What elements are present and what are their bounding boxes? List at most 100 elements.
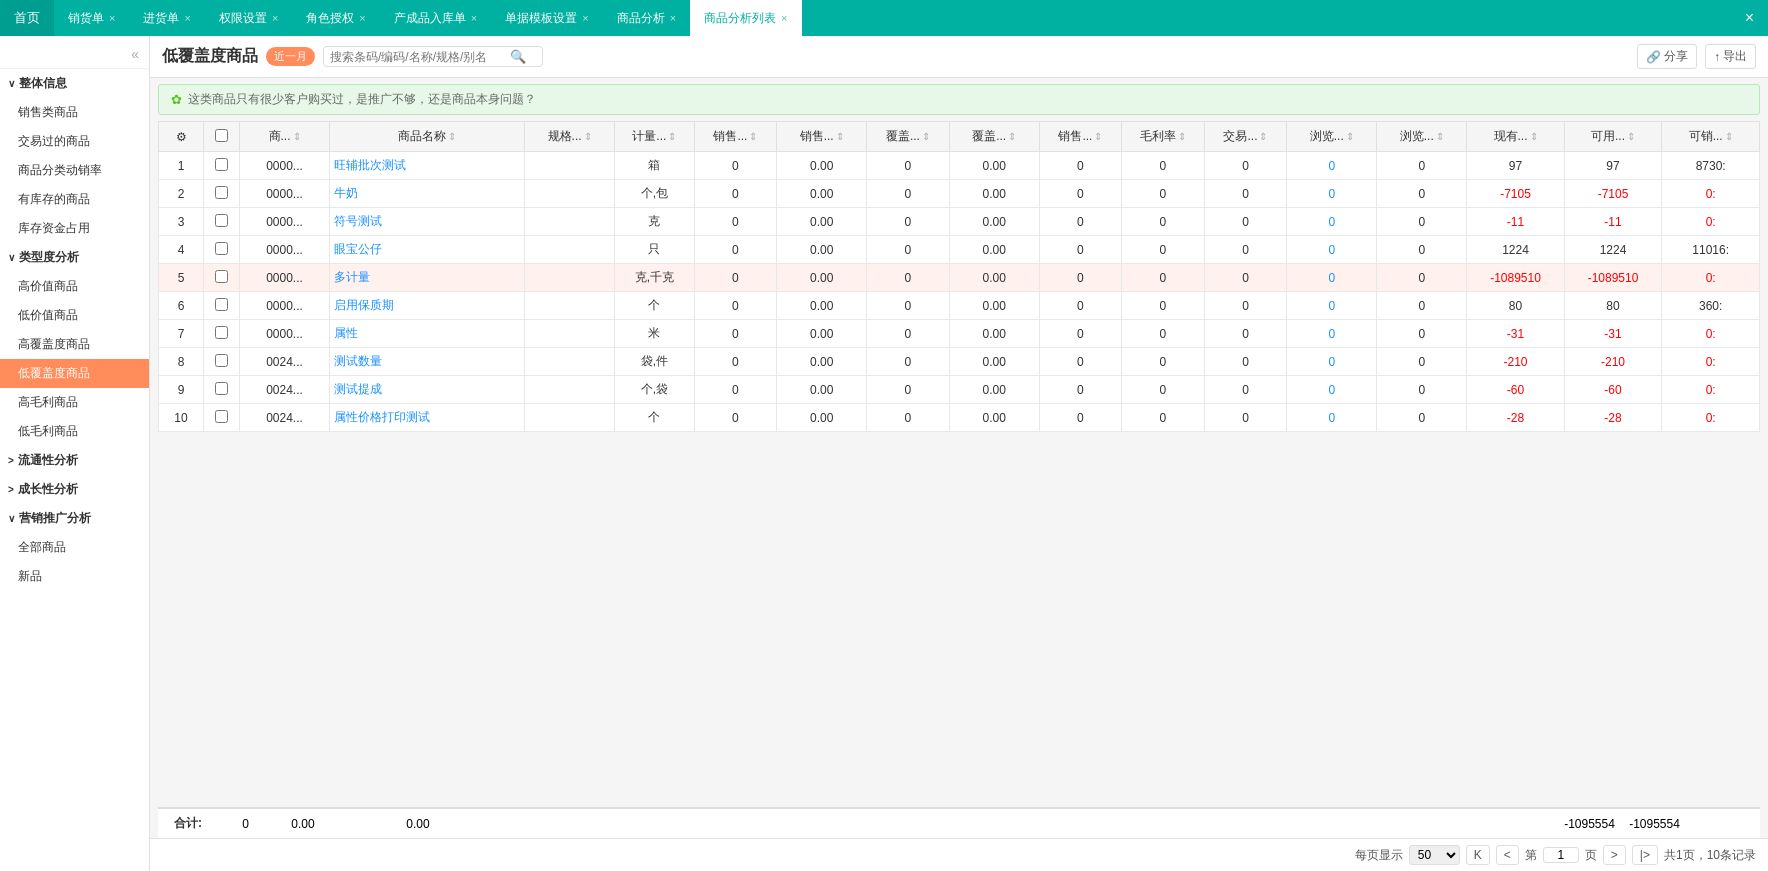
row-name[interactable]: 多计量 xyxy=(330,264,525,292)
sidebar-section-flow[interactable]: > 流通性分析 xyxy=(0,446,149,475)
row-avail: -60 xyxy=(1564,376,1662,404)
row-checkbox[interactable] xyxy=(204,152,240,180)
close-role-tab[interactable]: × xyxy=(359,12,365,24)
col-trade: 交易...⇕ xyxy=(1204,122,1287,152)
row-browse1[interactable]: 0 xyxy=(1287,404,1377,432)
row-name[interactable]: 眼宝公仔 xyxy=(330,236,525,264)
row-browse1[interactable]: 0 xyxy=(1287,152,1377,180)
sidebar-item-capital[interactable]: 库存资金占用 xyxy=(0,214,149,243)
sidebar-section-growth[interactable]: > 成长性分析 xyxy=(0,475,149,504)
close-product-analysis-list-tab[interactable]: × xyxy=(781,12,787,24)
row-checkbox[interactable] xyxy=(204,292,240,320)
row-browse1[interactable]: 0 xyxy=(1287,348,1377,376)
sidebar-section-overall[interactable]: ∨ 整体信息 xyxy=(0,69,149,98)
sidebar-item-has-stock[interactable]: 有库存的商品 xyxy=(0,185,149,214)
sidebar-item-all-products[interactable]: 全部商品 xyxy=(0,533,149,562)
sidebar-collapse-icon[interactable]: « xyxy=(127,44,143,64)
row-select-checkbox[interactable] xyxy=(215,270,228,283)
export-button[interactable]: ↑ 导出 xyxy=(1705,44,1756,69)
close-permission-tab[interactable]: × xyxy=(272,12,278,24)
row-checkbox[interactable] xyxy=(204,180,240,208)
col-settings[interactable]: ⚙ xyxy=(159,122,204,152)
nav-product-analysis-list[interactable]: 商品分析列表 × xyxy=(690,0,801,36)
row-browse1[interactable]: 0 xyxy=(1287,376,1377,404)
nav-purchase[interactable]: 进货单 × xyxy=(129,0,204,36)
row-name[interactable]: 测试提成 xyxy=(330,376,525,404)
row-select-checkbox[interactable] xyxy=(215,298,228,311)
sidebar-section-type[interactable]: ∨ 类型度分析 xyxy=(0,243,149,272)
sidebar-item-sales-products[interactable]: 销售类商品 xyxy=(0,98,149,127)
sidebar-item-high-profit[interactable]: 高毛利商品 xyxy=(0,388,149,417)
next-page-button[interactable]: > xyxy=(1603,845,1626,865)
row-browse1[interactable]: 0 xyxy=(1287,264,1377,292)
share-button[interactable]: 🔗 分享 xyxy=(1637,44,1697,69)
row-select-checkbox[interactable] xyxy=(215,186,228,199)
select-all-checkbox[interactable] xyxy=(215,129,228,142)
row-select-checkbox[interactable] xyxy=(215,326,228,339)
row-name[interactable]: 符号测试 xyxy=(330,208,525,236)
row-checkbox[interactable] xyxy=(204,320,240,348)
row-checkbox[interactable] xyxy=(204,404,240,432)
first-page-button[interactable]: K xyxy=(1466,845,1490,865)
search-input[interactable] xyxy=(330,50,510,64)
nav-role[interactable]: 角色授权 × xyxy=(292,0,379,36)
last-page-button[interactable]: |> xyxy=(1632,845,1658,865)
row-select-checkbox[interactable] xyxy=(215,354,228,367)
sort-icon-sellable: ⇕ xyxy=(1725,131,1733,142)
row-name[interactable]: 测试数量 xyxy=(330,348,525,376)
sidebar-item-high-coverage[interactable]: 高覆盖度商品 xyxy=(0,330,149,359)
page-title: 低覆盖度商品 xyxy=(162,46,258,67)
page-input[interactable] xyxy=(1543,847,1579,863)
sidebar-item-low-value[interactable]: 低价值商品 xyxy=(0,301,149,330)
row-code: 0000... xyxy=(240,208,330,236)
row-select-checkbox[interactable] xyxy=(215,410,228,423)
row-name[interactable]: 属性 xyxy=(330,320,525,348)
sidebar-item-low-profit[interactable]: 低毛利商品 xyxy=(0,417,149,446)
row-checkbox[interactable] xyxy=(204,236,240,264)
row-checkbox[interactable] xyxy=(204,264,240,292)
row-name[interactable]: 牛奶 xyxy=(330,180,525,208)
nav-permission[interactable]: 权限设置 × xyxy=(205,0,292,36)
row-browse1[interactable]: 0 xyxy=(1287,208,1377,236)
row-trade: 0 xyxy=(1204,292,1287,320)
close-production-tab[interactable]: × xyxy=(471,12,477,24)
close-template-tab[interactable]: × xyxy=(582,12,588,24)
row-checkbox[interactable] xyxy=(204,208,240,236)
row-sales3: 0 xyxy=(1039,404,1122,432)
row-select-checkbox[interactable] xyxy=(215,382,228,395)
row-name[interactable]: 旺辅批次测试 xyxy=(330,152,525,180)
row-browse1[interactable]: 0 xyxy=(1287,236,1377,264)
sidebar-section-marketing[interactable]: ∨ 营销推广分析 xyxy=(0,504,149,533)
row-select-checkbox[interactable] xyxy=(215,242,228,255)
close-purchase-tab[interactable]: × xyxy=(184,12,190,24)
arrow-icon: ∨ xyxy=(8,78,15,89)
row-checkbox[interactable] xyxy=(204,348,240,376)
row-name[interactable]: 启用保质期 xyxy=(330,292,525,320)
nav-production[interactable]: 产成品入库单 × xyxy=(380,0,491,36)
row-browse1[interactable]: 0 xyxy=(1287,180,1377,208)
row-name[interactable]: 属性价格打印测试 xyxy=(330,404,525,432)
row-browse1[interactable]: 0 xyxy=(1287,292,1377,320)
sort-icon-cover2: ⇕ xyxy=(1008,131,1016,142)
page-size-select[interactable]: 50 20 100 xyxy=(1409,845,1460,865)
row-cover2: 0.00 xyxy=(949,264,1039,292)
row-profit: 0 xyxy=(1122,292,1205,320)
nav-template[interactable]: 单据模板设置 × xyxy=(491,0,602,36)
row-checkbox[interactable] xyxy=(204,376,240,404)
row-browse1[interactable]: 0 xyxy=(1287,320,1377,348)
sidebar-item-low-coverage[interactable]: 低覆盖度商品 xyxy=(0,359,149,388)
sidebar-item-category-rate[interactable]: 商品分类动销率 xyxy=(0,156,149,185)
close-sales-tab[interactable]: × xyxy=(109,12,115,24)
row-select-checkbox[interactable] xyxy=(215,158,228,171)
nav-sales[interactable]: 销货单 × xyxy=(54,0,129,36)
row-select-checkbox[interactable] xyxy=(215,214,228,227)
sidebar-item-traded[interactable]: 交易过的商品 xyxy=(0,127,149,156)
nav-home[interactable]: 首页 xyxy=(0,0,54,36)
time-badge[interactable]: 近一月 xyxy=(266,47,315,66)
sidebar-item-new-products[interactable]: 新品 xyxy=(0,562,149,591)
prev-page-button[interactable]: < xyxy=(1496,845,1519,865)
window-close-button[interactable]: × xyxy=(1731,0,1768,36)
nav-product-analysis[interactable]: 商品分析 × xyxy=(603,0,690,36)
close-product-analysis-tab[interactable]: × xyxy=(670,12,676,24)
sidebar-item-high-value[interactable]: 高价值商品 xyxy=(0,272,149,301)
